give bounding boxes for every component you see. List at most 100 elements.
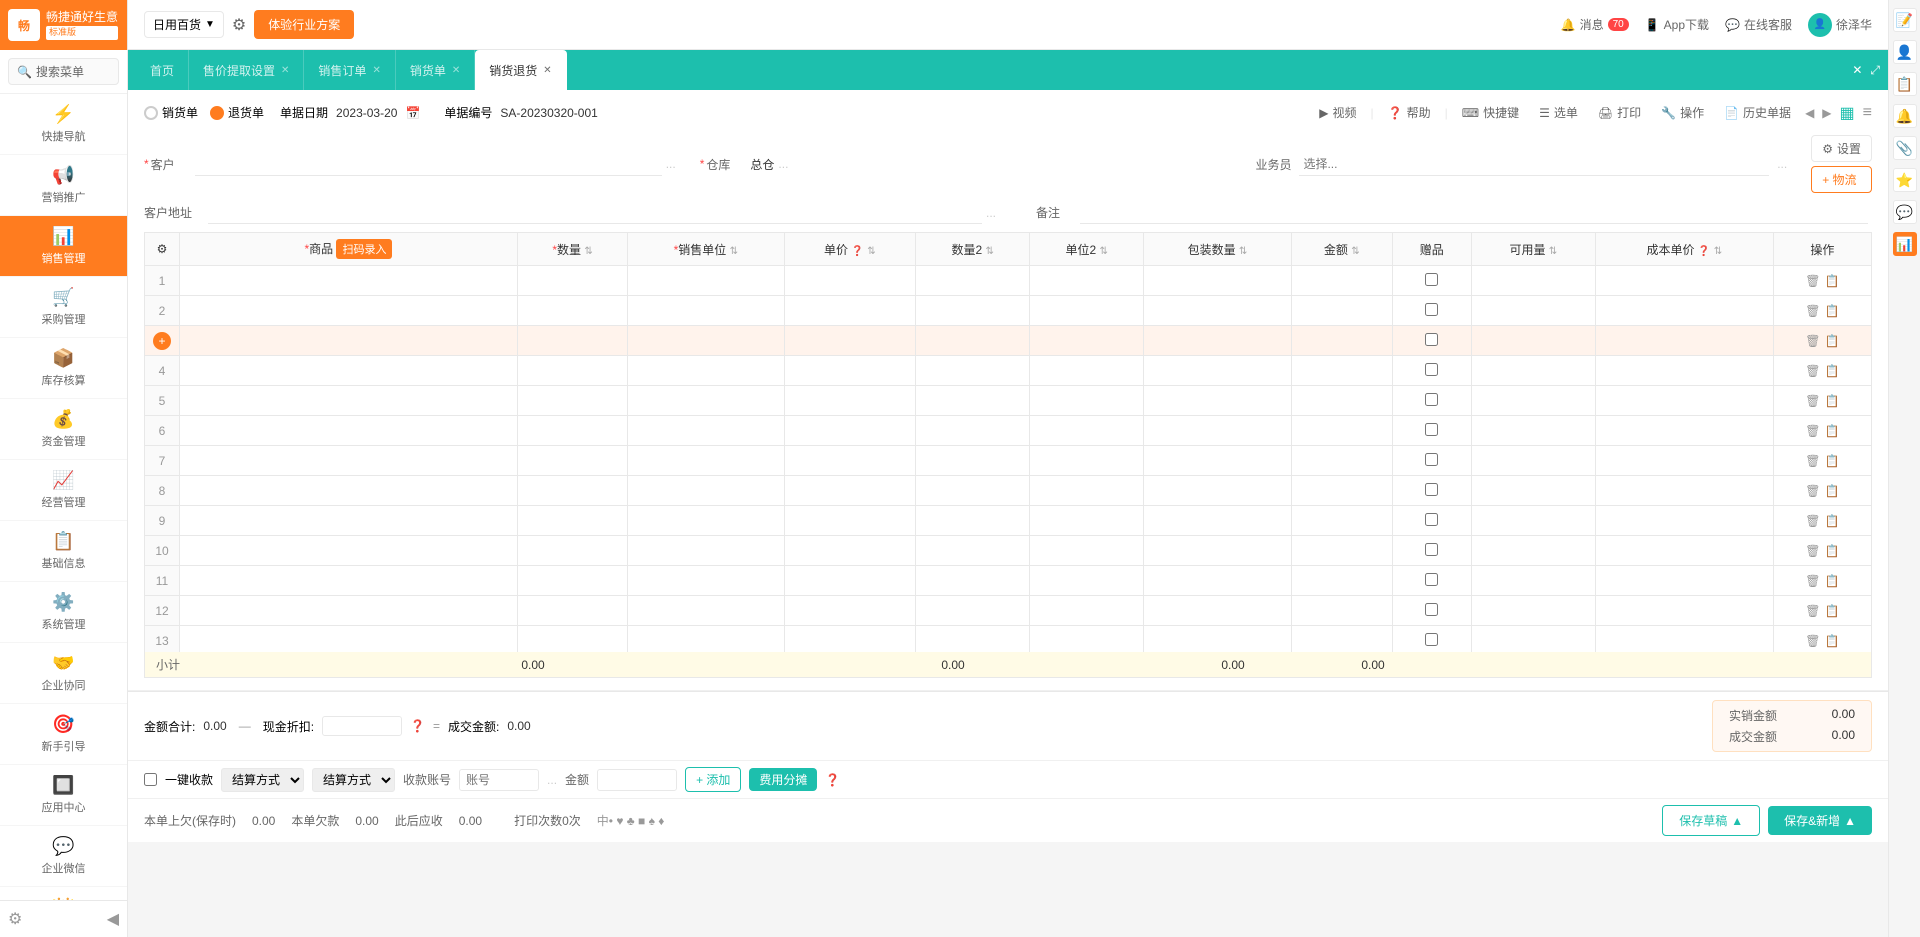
qty2-cell[interactable] <box>916 386 1030 416</box>
pack-cell[interactable] <box>1144 506 1291 536</box>
price-cell[interactable] <box>784 506 916 536</box>
radio-sale-goods[interactable]: 销货单 <box>144 104 198 121</box>
tab-sale-order-close[interactable]: ✕ <box>372 65 380 76</box>
gift-cell[interactable] <box>1392 446 1471 476</box>
gift-cell[interactable] <box>1392 296 1471 326</box>
search-menu-button[interactable]: 🔍 搜索菜单 <box>8 58 119 85</box>
delete-row-icon[interactable]: 🗑 <box>1805 604 1820 618</box>
copy-row-icon[interactable]: 📋 <box>1824 334 1839 348</box>
copy-row-icon[interactable]: 📋 <box>1824 454 1839 468</box>
help-action[interactable]: ❓ 帮助 <box>1382 102 1437 123</box>
unit2-cell[interactable] <box>1030 566 1144 596</box>
cost-cell[interactable] <box>1595 326 1773 356</box>
col-unit2-sort[interactable]: ⇅ <box>1100 246 1108 257</box>
gift-cell[interactable] <box>1392 266 1471 296</box>
col-available-sort[interactable]: ⇅ <box>1549 246 1557 257</box>
message-button[interactable]: 🔔 消息 70 <box>1561 16 1629 33</box>
qty-cell[interactable] <box>517 356 627 386</box>
salesperson-input[interactable] <box>1299 153 1769 176</box>
address-more-icon[interactable]: ... <box>986 206 996 220</box>
copy-row-icon[interactable]: 📋 <box>1824 484 1839 498</box>
settlement-method-select[interactable]: 结算方式 <box>221 768 304 792</box>
unit2-cell[interactable] <box>1030 476 1144 506</box>
right-panel-btn-1[interactable]: 📝 <box>1893 8 1917 32</box>
unit-cell[interactable] <box>628 566 784 596</box>
cost-cell[interactable] <box>1595 266 1773 296</box>
delete-row-icon[interactable]: 🗑 <box>1805 544 1820 558</box>
tab-home[interactable]: 首页 <box>136 50 189 90</box>
goods-cell[interactable] <box>180 626 518 653</box>
unit2-cell[interactable] <box>1030 296 1144 326</box>
gift-cell[interactable] <box>1392 356 1471 386</box>
cost-cell[interactable] <box>1595 446 1773 476</box>
delete-row-icon[interactable]: 🗑 <box>1805 334 1820 348</box>
goods-cell[interactable] <box>180 536 518 566</box>
tab-sale-goods-close[interactable]: ✕ <box>452 65 460 76</box>
operate-action[interactable]: 🔧 操作 <box>1655 102 1710 123</box>
price-cell[interactable] <box>784 596 916 626</box>
col-cost-help[interactable]: ❓ <box>1698 246 1710 257</box>
col-amount-sort[interactable]: ⇅ <box>1351 246 1359 257</box>
col-qty2-sort[interactable]: ⇅ <box>985 246 993 257</box>
gift-checkbox[interactable] <box>1425 543 1438 556</box>
salesperson-more-icon[interactable]: ... <box>1777 157 1787 171</box>
cost-cell[interactable] <box>1595 506 1773 536</box>
copy-row-icon[interactable]: 📋 <box>1824 574 1839 588</box>
goods-cell[interactable] <box>180 266 518 296</box>
amount-cell[interactable] <box>1291 266 1392 296</box>
fee-split-button[interactable]: 费用分摊 <box>749 768 817 791</box>
unit2-cell[interactable] <box>1030 266 1144 296</box>
amount-cell[interactable] <box>1291 356 1392 386</box>
online-service-button[interactable]: 💬 在线客服 <box>1725 16 1792 33</box>
unit-cell[interactable] <box>628 356 784 386</box>
amount-cell[interactable] <box>1291 596 1392 626</box>
user-profile-button[interactable]: 👤 徐泽华 <box>1808 13 1872 37</box>
price-cell[interactable] <box>784 356 916 386</box>
pack-cell[interactable] <box>1144 356 1291 386</box>
address-input[interactable] <box>208 201 982 224</box>
right-panel-btn-4[interactable]: 🔔 <box>1893 104 1917 128</box>
scan-button[interactable]: 扫码录入 <box>336 239 392 259</box>
unit-cell[interactable] <box>628 416 784 446</box>
pack-cell[interactable] <box>1144 476 1291 506</box>
goods-cell[interactable] <box>180 296 518 326</box>
copy-row-icon[interactable]: 📋 <box>1824 274 1839 288</box>
qty2-cell[interactable] <box>916 356 1030 386</box>
gift-cell[interactable] <box>1392 626 1471 653</box>
print-action[interactable]: 🖨 打印 <box>1592 102 1647 123</box>
pack-cell[interactable] <box>1144 386 1291 416</box>
gift-cell[interactable] <box>1392 536 1471 566</box>
qty-cell[interactable] <box>517 536 627 566</box>
unit2-cell[interactable] <box>1030 536 1144 566</box>
unit-cell[interactable] <box>628 506 784 536</box>
gift-cell[interactable] <box>1392 416 1471 446</box>
gift-cell[interactable] <box>1392 566 1471 596</box>
select-action[interactable]: ☰ 选单 <box>1533 102 1584 123</box>
unit-cell[interactable] <box>628 326 784 356</box>
copy-row-icon[interactable]: 📋 <box>1824 514 1839 528</box>
amount-cell[interactable] <box>1291 326 1392 356</box>
unit2-cell[interactable] <box>1030 596 1144 626</box>
copy-row-icon[interactable]: 📋 <box>1824 544 1839 558</box>
goods-cell[interactable] <box>180 566 518 596</box>
cost-cell[interactable] <box>1595 416 1773 446</box>
available-cell[interactable] <box>1471 326 1595 356</box>
pack-cell[interactable] <box>1144 266 1291 296</box>
amount-cell[interactable] <box>1291 296 1392 326</box>
qty-cell[interactable] <box>517 476 627 506</box>
unit2-cell[interactable] <box>1030 326 1144 356</box>
sidebar-item-sales[interactable]: 📊 销售管理 <box>0 216 127 277</box>
help-question-icon[interactable]: ❓ <box>410 719 425 733</box>
col-cost-sort[interactable]: ⇅ <box>1714 246 1722 257</box>
account-input[interactable] <box>459 769 539 791</box>
amount-cell[interactable] <box>1291 506 1392 536</box>
right-panel-btn-2[interactable]: 👤 <box>1893 40 1917 64</box>
unit-cell[interactable] <box>628 446 784 476</box>
remark-input[interactable] <box>1080 201 1868 224</box>
sidebar-item-marketing[interactable]: 📢 营销推广 <box>0 155 127 216</box>
tab-sale-goods[interactable]: 销货单 ✕ <box>396 50 475 90</box>
tab-sale-return[interactable]: 销货退货 ✕ <box>475 50 566 90</box>
sidebar-item-shortcuts[interactable]: ⚡ 快捷导航 <box>0 94 127 155</box>
pack-cell[interactable] <box>1144 536 1291 566</box>
available-cell[interactable] <box>1471 626 1595 653</box>
